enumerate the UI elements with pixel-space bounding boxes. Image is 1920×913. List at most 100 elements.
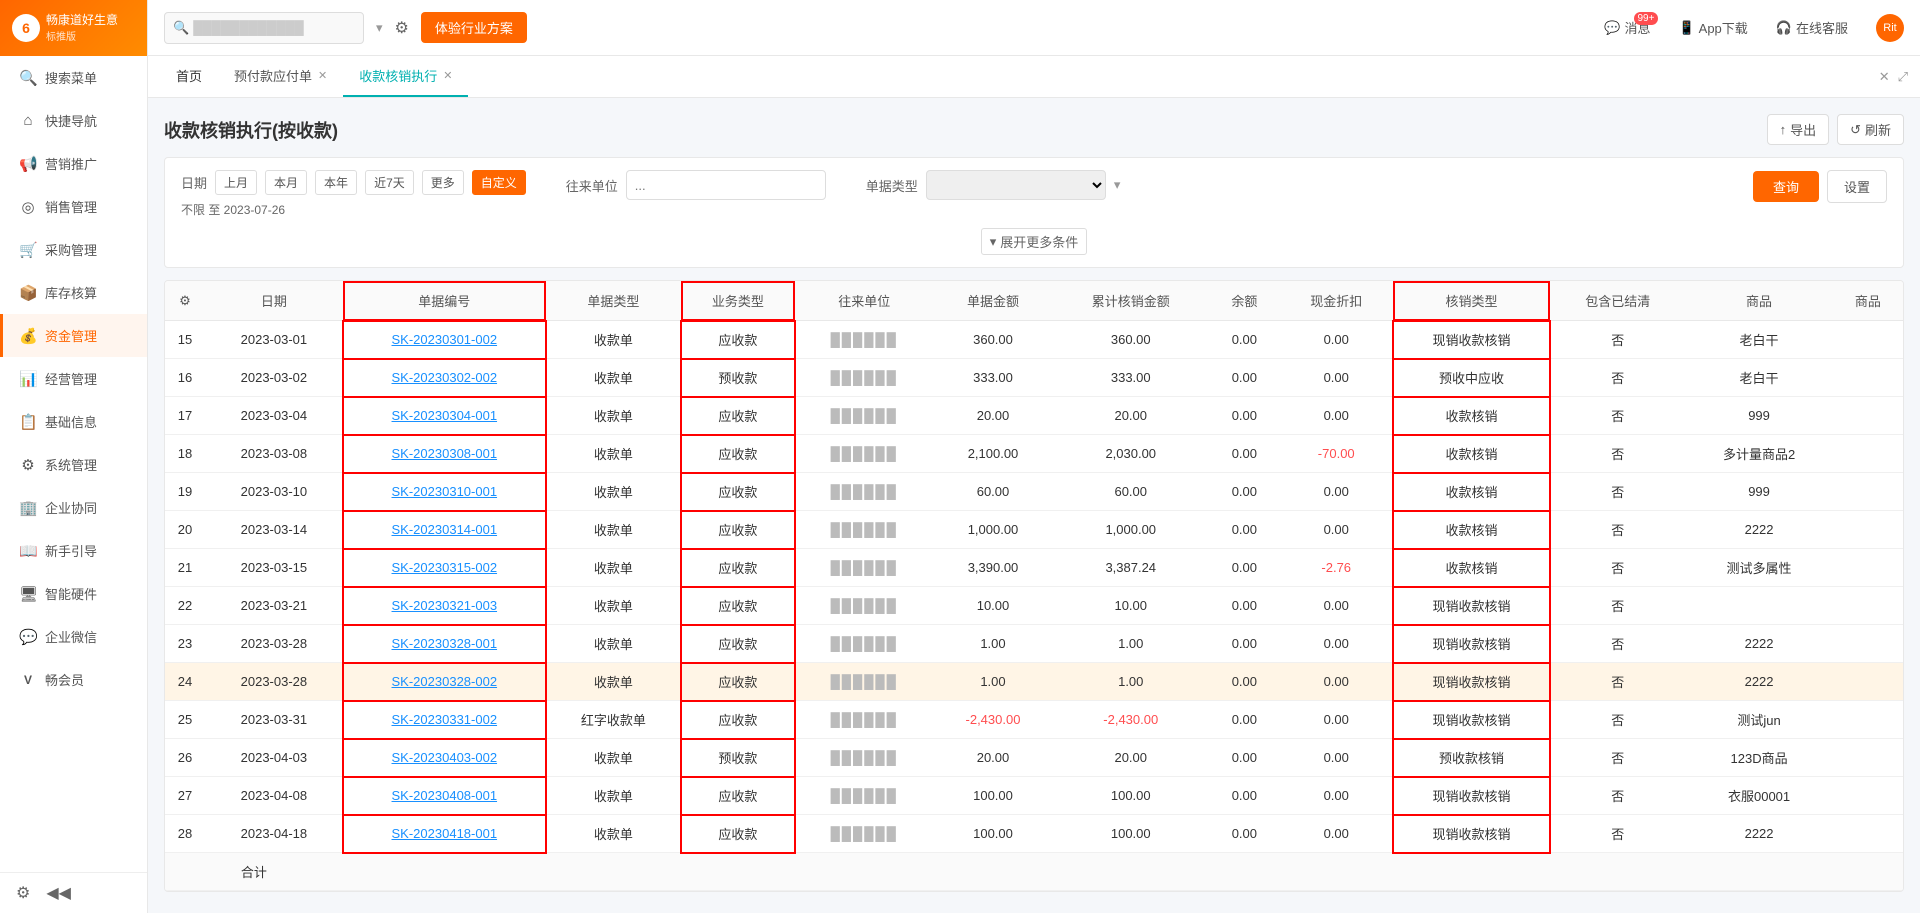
row-counterparty: ██████	[795, 359, 934, 397]
col-gear[interactable]: ⚙	[165, 281, 205, 321]
row-include-settled: 否	[1550, 587, 1685, 625]
row-offset-type: 现销收款核销	[1393, 625, 1550, 663]
doc-no-link[interactable]: SK-20230328-002	[392, 674, 498, 689]
tab-prepay-close-icon[interactable]: ✕	[318, 69, 327, 82]
user-area[interactable]: Rit	[1876, 14, 1904, 42]
row-accumulated: -2,430.00	[1052, 701, 1209, 739]
last-7-days-btn[interactable]: 近7天	[365, 170, 414, 195]
row-goods2	[1833, 549, 1903, 587]
table-row[interactable]: 222023-03-21SK-20230321-003收款单应收款██████1…	[165, 587, 1903, 625]
sidebar-item-marketing[interactable]: 📢 营销推广	[0, 142, 147, 185]
doc-no-link[interactable]: SK-20230308-001	[392, 446, 498, 461]
table-row[interactable]: 192023-03-10SK-20230310-001收款单应收款██████6…	[165, 473, 1903, 511]
query-button[interactable]: 查询	[1753, 171, 1819, 202]
collapse-icon[interactable]: ◀◀	[46, 883, 71, 903]
sidebar-item-guide[interactable]: 📖 新手引导	[0, 529, 147, 572]
filter-settings-button[interactable]: 设置	[1827, 170, 1887, 203]
row-doc-no: SK-20230302-002	[343, 359, 546, 397]
doc-no-link[interactable]: SK-20230418-001	[392, 826, 498, 841]
row-no: 21	[165, 549, 205, 587]
sidebar-item-purchase[interactable]: 🛒 采购管理	[0, 228, 147, 271]
close-window-icon[interactable]: ✕	[1879, 69, 1890, 85]
sidebar-item-search[interactable]: 🔍 搜索菜单	[0, 56, 147, 99]
table-scroll-area[interactable]: ⚙ 日期 单据编号 单据类型 业务类型 往来单位 单据金额 累计核销金额 余额 …	[165, 281, 1903, 891]
doc-no-link[interactable]: SK-20230331-002	[392, 712, 498, 727]
table-row[interactable]: 262023-04-03SK-20230403-002收款单预收款██████2…	[165, 739, 1903, 777]
table-row[interactable]: 272023-04-08SK-20230408-001收款单应收款██████1…	[165, 777, 1903, 815]
export-icon: ↑	[1780, 122, 1787, 137]
export-button[interactable]: ↑ 导出	[1767, 114, 1830, 145]
online-service-area[interactable]: 🎧 在线客服	[1776, 18, 1848, 37]
doc-no-link[interactable]: SK-20230304-001	[392, 408, 498, 423]
app-download-area[interactable]: 📱 App下载	[1678, 18, 1747, 37]
table-row[interactable]: 252023-03-31SK-20230331-002红字收款单应收款█████…	[165, 701, 1903, 739]
sidebar-item-finance[interactable]: 💰 资金管理	[0, 314, 147, 357]
custom-date-btn[interactable]: 自定义	[472, 170, 526, 195]
table-row[interactable]: 282023-04-18SK-20230418-001收款单应收款██████1…	[165, 815, 1903, 853]
industry-plan-button[interactable]: 体验行业方案	[421, 12, 527, 43]
row-balance: 0.00	[1209, 701, 1279, 739]
tab-prepay[interactable]: 预付款应付单 ✕	[218, 56, 343, 97]
counterparty-input[interactable]	[626, 170, 826, 200]
doc-no-link[interactable]: SK-20230408-001	[392, 788, 498, 803]
table-row[interactable]: 202023-03-14SK-20230314-001收款单应收款██████1…	[165, 511, 1903, 549]
notification-area[interactable]: 💬 消息 99+	[1604, 18, 1650, 37]
sidebar-item-quick[interactable]: ⌂ 快捷导航	[0, 99, 147, 142]
topbar-search-box[interactable]: 🔍 ████████████	[164, 12, 364, 44]
table-row[interactable]: 212023-03-15SK-20230315-002收款单应收款██████3…	[165, 549, 1903, 587]
guide-icon: 📖	[19, 542, 37, 560]
row-no: 20	[165, 511, 205, 549]
tab-receipt-offset[interactable]: 收款核销执行 ✕	[343, 56, 468, 97]
sidebar-item-system[interactable]: ⚙ 系统管理	[0, 443, 147, 486]
sidebar-item-sales[interactable]: ◎ 销售管理	[0, 185, 147, 228]
row-goods2	[1833, 815, 1903, 853]
dropdown-chevron-icon[interactable]: ▾	[376, 20, 383, 36]
doc-type-select[interactable]	[926, 170, 1106, 200]
tab-home[interactable]: 首页	[160, 56, 218, 97]
this-year-btn[interactable]: 本年	[315, 170, 357, 195]
refresh-button[interactable]: ↺ 刷新	[1837, 114, 1904, 145]
table-row[interactable]: 152023-03-01SK-20230301-002收款单应收款██████3…	[165, 321, 1903, 359]
row-goods: 衣服00001	[1685, 777, 1832, 815]
doc-no-link[interactable]: SK-20230310-001	[392, 484, 498, 499]
sidebar-item-corp[interactable]: 🏢 企业协同	[0, 486, 147, 529]
doc-no-link[interactable]: SK-20230301-002	[392, 332, 498, 347]
maximize-window-icon[interactable]: ⤢	[1898, 69, 1908, 85]
topbar-gear-icon[interactable]: ⚙	[395, 18, 409, 38]
more-dates-btn[interactable]: 更多	[422, 170, 464, 195]
this-month-btn[interactable]: 本月	[265, 170, 307, 195]
expand-conditions-button[interactable]: ▾ 展开更多条件	[981, 228, 1088, 255]
doc-no-link[interactable]: SK-20230328-001	[392, 636, 498, 651]
sidebar-item-inventory[interactable]: 📦 库存核算	[0, 271, 147, 314]
doc-no-link[interactable]: SK-20230302-002	[392, 370, 498, 385]
sidebar-item-basic[interactable]: 📋 基础信息	[0, 400, 147, 443]
doc-no-link[interactable]: SK-20230321-003	[392, 598, 498, 613]
last-month-btn[interactable]: 上月	[215, 170, 257, 195]
row-goods2	[1833, 739, 1903, 777]
refresh-icon: ↺	[1850, 122, 1861, 138]
tab-receipt-offset-close-icon[interactable]: ✕	[443, 69, 452, 82]
sidebar-item-label: 经营管理	[45, 369, 97, 388]
table-row[interactable]: 232023-03-28SK-20230328-001收款单应收款██████1…	[165, 625, 1903, 663]
main-area: 🔍 ████████████ ▾ ⚙ 体验行业方案 💬 消息 99+ 📱 App…	[148, 0, 1920, 913]
row-cash-discount: 0.00	[1279, 625, 1393, 663]
table-row[interactable]: 172023-03-04SK-20230304-001收款单应收款██████2…	[165, 397, 1903, 435]
settings-gear-icon[interactable]: ⚙	[16, 883, 30, 903]
table-row[interactable]: 242023-03-28SK-20230328-002收款单应收款██████1…	[165, 663, 1903, 701]
row-biz-type: 应收款	[681, 435, 795, 473]
sidebar-item-wechat[interactable]: 💬 企业微信	[0, 615, 147, 658]
doc-no-link[interactable]: SK-20230403-002	[392, 750, 498, 765]
column-settings-icon[interactable]: ⚙	[179, 293, 191, 308]
doc-no-link[interactable]: SK-20230314-001	[392, 522, 498, 537]
row-cash-discount: 0.00	[1279, 701, 1393, 739]
table-row[interactable]: 162023-03-02SK-20230302-002收款单预收款██████3…	[165, 359, 1903, 397]
sidebar-item-hardware[interactable]: 🖥 智能硬件	[0, 572, 147, 615]
table-row[interactable]: 182023-03-08SK-20230308-001收款单应收款██████2…	[165, 435, 1903, 473]
doc-no-link[interactable]: SK-20230315-002	[392, 560, 498, 575]
sidebar-item-operations[interactable]: 📊 经营管理	[0, 357, 147, 400]
sidebar-item-member[interactable]: V 畅会员	[0, 658, 147, 701]
row-offset-type: 现销收款核销	[1393, 587, 1550, 625]
row-offset-type: 收款核销	[1393, 549, 1550, 587]
row-offset-type: 现销收款核销	[1393, 815, 1550, 853]
row-counterparty: ██████	[795, 321, 934, 359]
